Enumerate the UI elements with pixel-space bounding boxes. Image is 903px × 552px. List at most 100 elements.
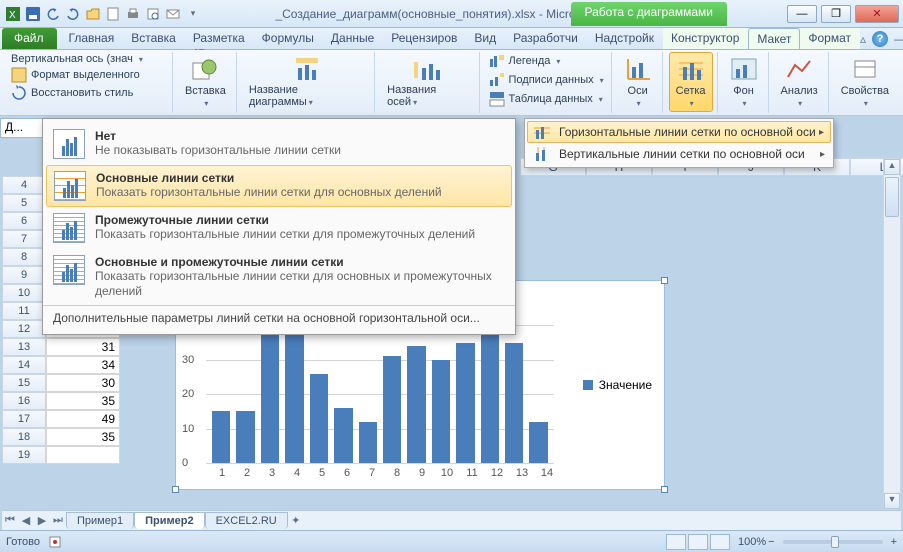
sheet-tab[interactable]: Пример2 — [134, 512, 204, 529]
save-icon[interactable] — [24, 5, 42, 23]
tab-chart-layout[interactable]: Макет — [748, 28, 800, 49]
row-header[interactable]: 16 — [2, 392, 46, 410]
tab-nav-last-icon[interactable]: ⏭ — [50, 514, 66, 527]
data-table-button[interactable]: Таблица данных▾ — [486, 90, 607, 108]
cell[interactable]: 30 — [46, 374, 120, 392]
gridlines-major-option[interactable]: Основные линии сеткиПоказать горизонталь… — [46, 165, 512, 207]
properties-button[interactable]: Свойства▾ — [835, 52, 895, 112]
zoom-level[interactable]: 100% — [738, 536, 766, 548]
bar[interactable] — [529, 422, 547, 463]
row-header[interactable]: 13 — [2, 338, 46, 356]
open-icon[interactable] — [84, 5, 102, 23]
macro-record-icon[interactable] — [48, 535, 62, 549]
axis-titles-button[interactable]: Названия осей▾ — [381, 52, 474, 112]
row-header[interactable]: 6 — [2, 212, 46, 230]
bar[interactable] — [212, 411, 230, 463]
resize-handle[interactable] — [172, 486, 179, 493]
row-header[interactable]: 19 — [2, 446, 46, 464]
axes-button[interactable]: Оси▾ — [618, 52, 658, 112]
cell[interactable]: 31 — [46, 338, 120, 356]
cell[interactable]: 34 — [46, 356, 120, 374]
workbook-minimize-icon[interactable]: — — [894, 32, 903, 46]
chart-element-selector[interactable]: Вертикальная ось (знач▾ — [8, 52, 168, 66]
row-header[interactable]: 18 — [2, 428, 46, 446]
gridlines-minor-option[interactable]: Промежуточные линии сеткиПоказать горизо… — [43, 207, 515, 249]
new-icon[interactable] — [104, 5, 122, 23]
row-header[interactable]: 4 — [2, 176, 46, 194]
scroll-up-icon[interactable]: ▲ — [884, 159, 900, 175]
cell[interactable]: 35 — [46, 428, 120, 446]
row-header[interactable]: 17 — [2, 410, 46, 428]
print-preview-icon[interactable] — [144, 5, 162, 23]
row-header[interactable]: 15 — [2, 374, 46, 392]
gridlines-none-option[interactable]: НетНе показывать горизонтальные линии се… — [43, 123, 515, 165]
undo-icon[interactable] — [44, 5, 62, 23]
more-gridline-options[interactable]: Дополнительные параметры линий сетки на … — [43, 305, 515, 330]
row-header[interactable]: 14 — [2, 356, 46, 374]
insert-shapes-button[interactable]: Вставка▾ — [179, 52, 232, 112]
zoom-in-icon[interactable]: + — [891, 536, 897, 548]
sheet-tab[interactable]: EXCEL2.RU — [205, 512, 288, 529]
tab-page-layout[interactable]: Разметка ст — [185, 28, 254, 49]
cell[interactable]: 49 — [46, 410, 120, 428]
bar[interactable] — [359, 422, 377, 463]
data-labels-button[interactable]: Подписи данных▾ — [486, 71, 607, 89]
sheet-tab[interactable]: Пример1 — [66, 512, 134, 529]
resize-handle[interactable] — [661, 486, 668, 493]
zoom-slider-thumb[interactable] — [831, 536, 839, 548]
tab-review[interactable]: Рецензиров — [383, 28, 466, 49]
tab-chart-design[interactable]: Конструктор — [663, 28, 748, 49]
tab-insert[interactable]: Вставка — [123, 28, 185, 49]
row-header[interactable]: 11 — [2, 302, 46, 320]
tab-chart-format[interactable]: Формат — [800, 28, 860, 49]
legend[interactable]: Значение — [583, 378, 652, 392]
gridlines-both-option[interactable]: Основные и промежуточные линии сеткиПока… — [43, 249, 515, 305]
normal-view-icon[interactable] — [666, 534, 686, 550]
bar[interactable] — [383, 356, 401, 463]
chart-background-button[interactable]: Фон▾ — [724, 52, 764, 112]
row-header[interactable]: 10 — [2, 284, 46, 302]
minimize-ribbon-icon[interactable]: ▵ — [860, 32, 866, 46]
tab-home[interactable]: Главная — [61, 28, 124, 49]
bar[interactable] — [310, 374, 328, 463]
format-selection-button[interactable]: Формат выделенного — [8, 66, 168, 84]
excel-icon[interactable]: X — [4, 5, 22, 23]
quick-print-icon[interactable] — [124, 5, 142, 23]
reset-style-button[interactable]: Восстановить стиль — [8, 84, 168, 102]
bar[interactable] — [407, 346, 425, 463]
zoom-out-icon[interactable]: − — [768, 536, 774, 548]
minimize-button[interactable]: — — [787, 5, 817, 23]
cell[interactable] — [46, 446, 120, 464]
email-icon[interactable] — [164, 5, 182, 23]
row-header[interactable]: 8 — [2, 248, 46, 266]
help-icon[interactable]: ? — [872, 31, 888, 47]
scroll-thumb[interactable] — [885, 177, 899, 217]
row-header[interactable]: 5 — [2, 194, 46, 212]
page-layout-view-icon[interactable] — [688, 534, 708, 550]
row-header[interactable]: 12 — [2, 320, 46, 338]
close-button[interactable]: ✕ — [855, 5, 899, 23]
vertical-scrollbar[interactable]: ▲ ▼ — [883, 158, 901, 510]
horizontal-gridlines-item[interactable]: Горизонтальные линии сетки по основной о… — [527, 121, 831, 143]
tab-developer[interactable]: Разработчи — [505, 28, 587, 49]
resize-handle[interactable] — [661, 277, 668, 284]
bar[interactable] — [505, 343, 523, 463]
tab-nav-first-icon[interactable]: ⏮ — [2, 514, 18, 527]
scroll-down-icon[interactable]: ▼ — [884, 493, 900, 509]
tab-nav-next-icon[interactable]: ▶ — [34, 514, 50, 527]
tab-formulas[interactable]: Формулы — [254, 28, 323, 49]
tab-view[interactable]: Вид — [466, 28, 505, 49]
row-header[interactable]: 9 — [2, 266, 46, 284]
legend-button[interactable]: Легенда▾ — [486, 52, 607, 70]
tab-addins[interactable]: Надстройк — [587, 28, 663, 49]
bar[interactable] — [285, 322, 303, 463]
chart-title-button[interactable]: Название диаграммы▾ — [243, 52, 370, 112]
cell[interactable]: 35 — [46, 392, 120, 410]
row-header[interactable]: 7 — [2, 230, 46, 248]
analysis-button[interactable]: Анализ▾ — [775, 52, 824, 112]
bar[interactable] — [236, 411, 254, 463]
tab-file[interactable]: Файл — [2, 28, 57, 49]
qat-customize-icon[interactable]: ▾ — [184, 5, 202, 23]
zoom-slider[interactable] — [783, 540, 883, 544]
bar[interactable] — [334, 408, 352, 463]
